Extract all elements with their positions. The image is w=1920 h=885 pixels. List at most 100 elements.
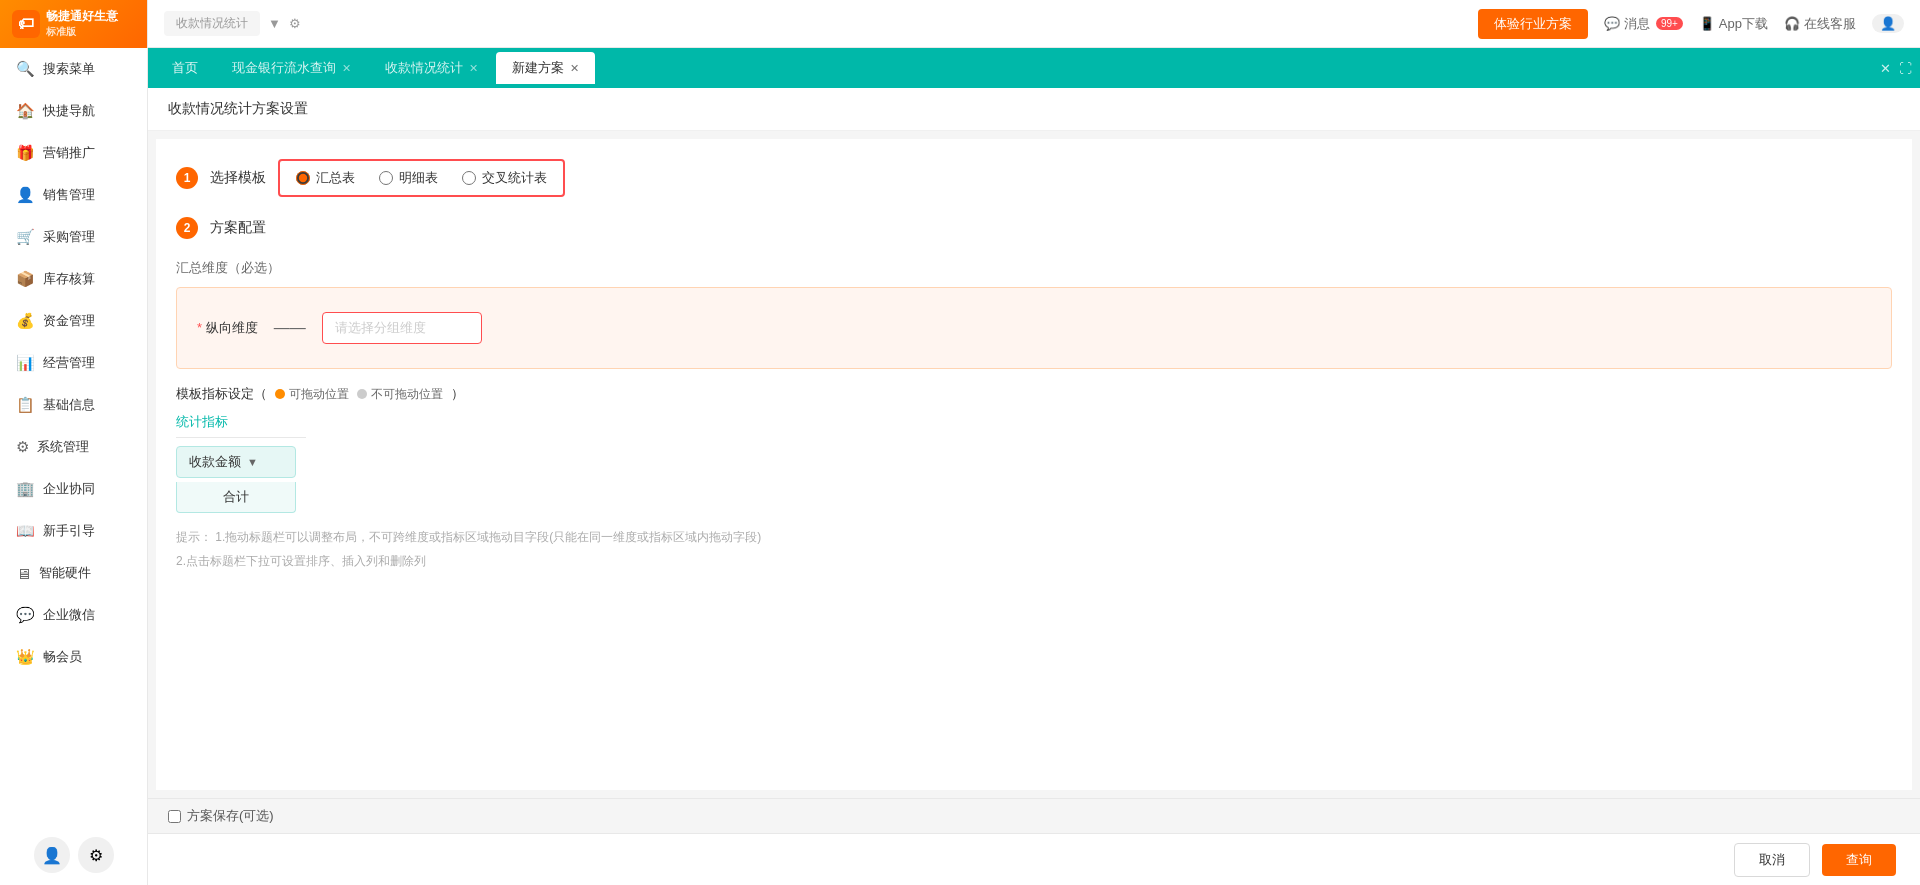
dimension-area: * 纵向维度 —— 请选择分组维度 [176, 287, 1892, 369]
sidebar-item-label: 智能硬件 [39, 564, 91, 582]
save-plan-checkbox[interactable] [168, 810, 181, 823]
sidebar-item-label: 采购管理 [43, 228, 95, 246]
sidebar-item-operations[interactable]: 📊 经营管理 [0, 342, 147, 384]
step2-row: 2 方案配置 [176, 217, 1892, 239]
sidebar-item-newbie[interactable]: 📖 新手引导 [0, 510, 147, 552]
sidebar-item-quick-nav[interactable]: 🏠 快捷导航 [0, 90, 147, 132]
marketing-icon: 🎁 [16, 144, 35, 162]
notification-badge: 99+ [1656, 17, 1683, 30]
collection-stats-tab-close-icon[interactable]: ✕ [469, 62, 478, 75]
tab-bar-right: ✕ ⛶ [1880, 61, 1912, 76]
sidebar-item-funds[interactable]: 💰 资金管理 [0, 300, 147, 342]
sidebar-item-label: 营销推广 [43, 144, 95, 162]
tab-collection-stats[interactable]: 收款情况统计 ✕ [369, 52, 494, 84]
new-plan-tab-label: 新建方案 [512, 59, 564, 77]
support-icon: 🎧 [1784, 16, 1800, 31]
sidebar-item-wechat[interactable]: 💬 企业微信 [0, 594, 147, 636]
step1-label: 选择模板 [210, 169, 266, 187]
message-icon: 💬 [1604, 16, 1620, 31]
page-title: 收款情况统计方案设置 [148, 88, 1920, 131]
step2-section: 2 方案配置 汇总维度（必选） * 纵向维度 —— 请选择分组维度 [176, 217, 1892, 585]
industry-solution-button[interactable]: 体验行业方案 [1478, 9, 1588, 39]
sales-icon: 👤 [16, 186, 35, 204]
radio-summary-input[interactable] [296, 171, 310, 185]
tab-home[interactable]: 首页 [156, 52, 214, 84]
sidebar-item-smart-hardware[interactable]: 🖥 智能硬件 [0, 552, 147, 594]
message-label: 消息 [1624, 15, 1650, 33]
tip2-text: 2.点击标题栏下拉可设置排序、插入列和删除列 [176, 549, 426, 573]
sidebar-item-system[interactable]: ⚙ 系统管理 [0, 426, 147, 468]
collection-stats-tab-label: 收款情况统计 [385, 59, 463, 77]
tips-area: 提示： 1.拖动标题栏可以调整布局，不可跨维度或指标区域拖动目字段(只能在同一维… [176, 513, 1892, 585]
tab-fullscreen-icon[interactable]: ⛶ [1899, 61, 1912, 76]
tip1: 提示： 1.拖动标题栏可以调整布局，不可跨维度或指标区域拖动目字段(只能在同一维… [176, 525, 1892, 549]
radio-detail-label: 明细表 [399, 169, 438, 187]
sidebar-settings-btn[interactable]: ⚙ [78, 837, 114, 873]
radio-summary-label: 汇总表 [316, 169, 355, 187]
metrics-table: 统计指标 收款金额 ▼ 合计 [176, 413, 1892, 513]
operations-icon: 📊 [16, 354, 35, 372]
cancel-button[interactable]: 取消 [1734, 843, 1810, 877]
metric-card-collection[interactable]: 收款金额 ▼ [176, 446, 296, 478]
user-icon: 👤 [1880, 16, 1896, 31]
sidebar-item-label: 快捷导航 [43, 102, 95, 120]
radio-summary[interactable]: 汇总表 [296, 169, 355, 187]
inventory-icon: 📦 [16, 270, 35, 288]
message-button[interactable]: 💬 消息 99+ [1604, 15, 1683, 33]
sidebar-item-inventory[interactable]: 📦 库存核算 [0, 258, 147, 300]
gear-icon[interactable]: ⚙ [289, 16, 301, 31]
tab-bar: 首页 现金银行流水查询 ✕ 收款情况统计 ✕ 新建方案 ✕ ✕ ⛶ [148, 48, 1920, 88]
sidebar-item-base-info[interactable]: 📋 基础信息 [0, 384, 147, 426]
bottom-bar: 取消 查询 [148, 833, 1920, 885]
step2-badge: 2 [176, 217, 198, 239]
newbie-icon: 📖 [16, 522, 35, 540]
member-icon: 👑 [16, 648, 35, 666]
radio-detail[interactable]: 明细表 [379, 169, 438, 187]
tab-close-all-icon[interactable]: ✕ [1880, 61, 1891, 76]
sidebar-item-label: 企业协同 [43, 480, 95, 498]
sidebar-item-member[interactable]: 👑 畅会员 [0, 636, 147, 678]
step1-row: 1 选择模板 汇总表 明细表 交叉统计表 [176, 159, 1892, 197]
dimension-placeholder: 请选择分组维度 [335, 320, 426, 335]
draggable-badge: 可拖动位置 [275, 386, 349, 403]
user-button[interactable]: 👤 [1872, 14, 1904, 33]
sidebar-item-label: 畅会员 [43, 648, 82, 666]
sidebar-item-purchase[interactable]: 🛒 采购管理 [0, 216, 147, 258]
draggable-label: 可拖动位置 [289, 386, 349, 403]
tab-cash-flow[interactable]: 现金银行流水查询 ✕ [216, 52, 367, 84]
form-section: 1 选择模板 汇总表 明细表 交叉统计表 [156, 139, 1912, 790]
new-plan-tab-close-icon[interactable]: ✕ [570, 62, 579, 75]
query-button[interactable]: 查询 [1822, 844, 1896, 876]
sidebar-item-search-menu[interactable]: 🔍 搜索菜单 [0, 48, 147, 90]
dimension-select[interactable]: 请选择分组维度 [322, 312, 482, 344]
sidebar-logo: 🏷 畅捷通好生意 标准版 [0, 0, 147, 48]
radio-cross-input[interactable] [462, 171, 476, 185]
radio-detail-input[interactable] [379, 171, 393, 185]
logo-sub: 标准版 [46, 25, 118, 39]
home-tab-label: 首页 [172, 59, 198, 77]
dimension-row: * 纵向维度 —— 请选择分组维度 [197, 312, 1871, 344]
content: 收款情况统计方案设置 1 选择模板 汇总表 明细表 [148, 88, 1920, 833]
header-actions: 体验行业方案 💬 消息 99+ 📱 App下载 🎧 在线客服 👤 [1478, 9, 1904, 39]
sidebar-item-sales[interactable]: 👤 销售管理 [0, 174, 147, 216]
sidebar-item-enterprise[interactable]: 🏢 企业协同 [0, 468, 147, 510]
download-button[interactable]: 📱 App下载 [1699, 15, 1768, 33]
save-plan-checkbox-label[interactable]: 方案保存(可选) [168, 807, 274, 825]
tab-new-plan[interactable]: 新建方案 ✕ [496, 52, 595, 84]
sidebar-user-btn[interactable]: 👤 [34, 837, 70, 873]
content-footer: 方案保存(可选) [148, 798, 1920, 833]
support-button[interactable]: 🎧 在线客服 [1784, 15, 1856, 33]
cash-flow-tab-close-icon[interactable]: ✕ [342, 62, 351, 75]
support-label: 在线客服 [1804, 15, 1856, 33]
sidebar-bottom: 👤 ⚙ [0, 825, 147, 885]
breadcrumb: 收款情况统计 [164, 11, 260, 36]
radio-cross[interactable]: 交叉统计表 [462, 169, 547, 187]
metrics-title-close: ） [451, 385, 464, 403]
sidebar-item-marketing[interactable]: 🎁 营销推广 [0, 132, 147, 174]
sidebar-item-label: 搜索菜单 [43, 60, 95, 78]
funds-icon: 💰 [16, 312, 35, 330]
purchase-icon: 🛒 [16, 228, 35, 246]
metrics-title-text: 模板指标设定（ [176, 385, 267, 403]
system-icon: ⚙ [16, 438, 29, 456]
dimension-title: 汇总维度（必选） [176, 259, 1892, 277]
